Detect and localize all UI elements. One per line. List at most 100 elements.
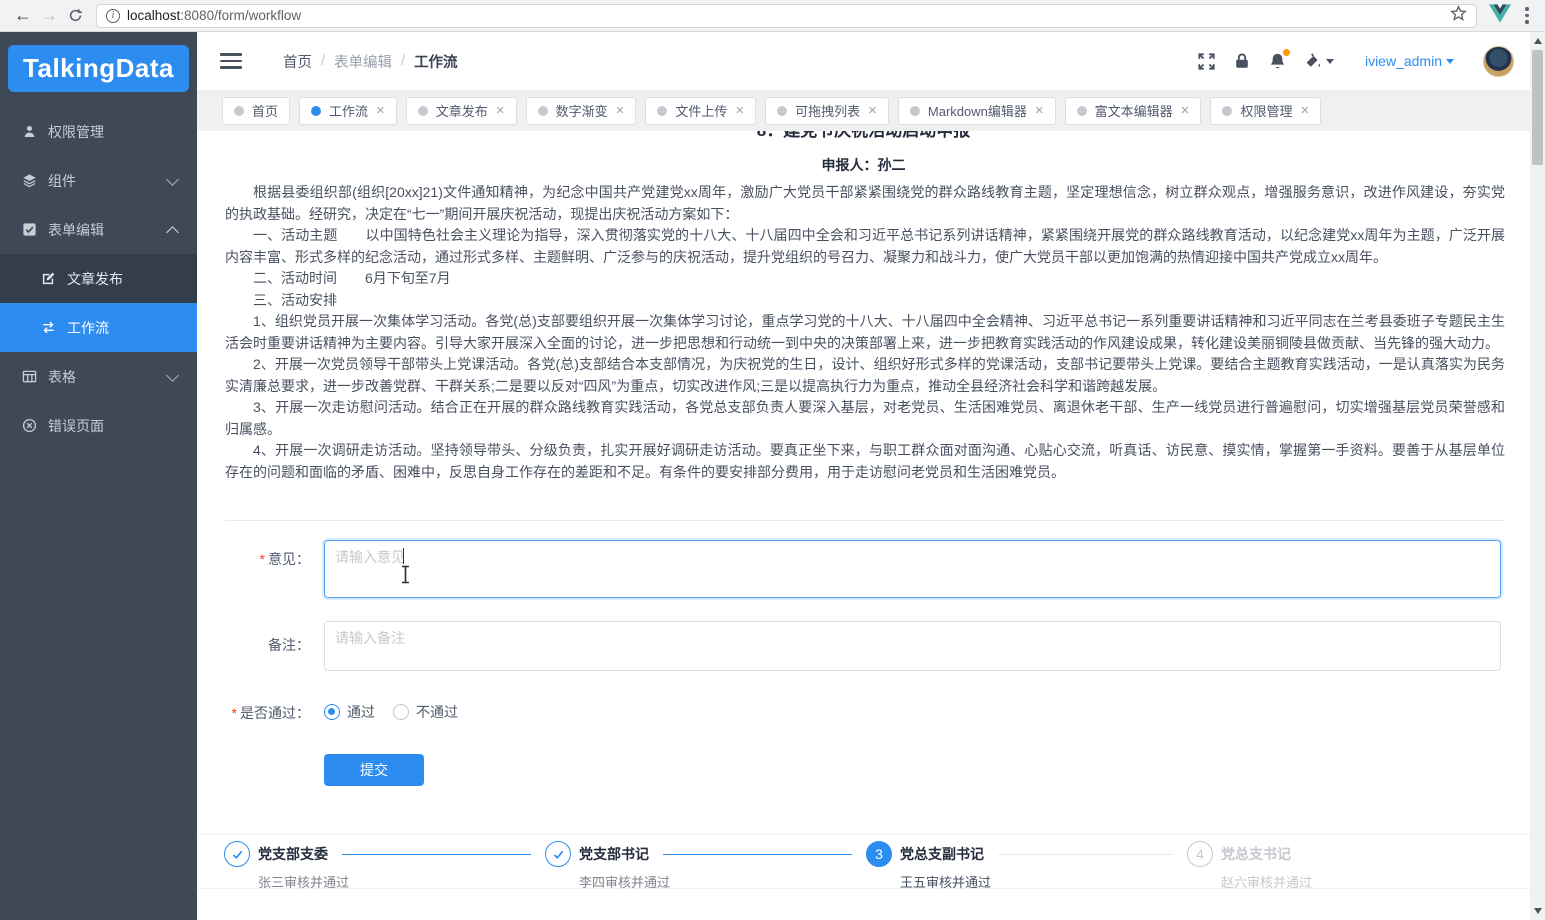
step-desc: 赵六审核并通过 <box>1221 875 1313 890</box>
layers-icon <box>23 174 36 188</box>
caret-down-icon <box>1325 58 1334 64</box>
radio-fail[interactable]: 不通过 <box>393 702 458 722</box>
sidebar-item-label: 工作流 <box>67 319 109 336</box>
sidebar-item-permission[interactable]: 权限管理 <box>0 107 197 156</box>
step-3: 3 党总支副书记 王五审核并通过 <box>866 841 1187 896</box>
tab-label: 文件上传 <box>675 104 728 119</box>
sidebar-item-form-edit[interactable]: 表单编辑 <box>0 205 197 254</box>
doc-body: 根据县委组织部(组织[20xx]21)文件通知精神，为纪念中国共产党建党xx周年… <box>225 182 1505 483</box>
tab-workflow[interactable]: 工作流 × <box>299 96 397 125</box>
swap-icon <box>43 321 54 334</box>
close-icon[interactable]: × <box>376 103 385 118</box>
step-number: 4 <box>1187 841 1213 867</box>
url-text[interactable]: localhost:8080/form/workflow <box>127 8 301 23</box>
tab-label: 首页 <box>252 104 279 119</box>
fullscreen-icon <box>1198 52 1215 70</box>
note-textarea[interactable] <box>324 621 1501 671</box>
tab-home[interactable]: 首页 <box>222 96 291 125</box>
close-icon[interactable]: × <box>1035 103 1044 118</box>
close-icon[interactable]: × <box>735 103 744 118</box>
avatar[interactable] <box>1483 45 1514 77</box>
radio-label: 不通过 <box>416 704 458 720</box>
close-icon[interactable]: × <box>496 103 505 118</box>
browser-forward-button[interactable]: → <box>36 3 62 29</box>
lock-icon <box>1236 53 1248 68</box>
sidebar-item-label: 组件 <box>48 172 76 189</box>
divider <box>197 834 1530 835</box>
logo[interactable]: TalkingData <box>8 45 189 92</box>
applicant: 申报人：孙二 <box>821 157 906 173</box>
radio-circle-icon <box>393 704 409 720</box>
sidebar-item-table[interactable]: 表格 <box>0 352 197 401</box>
step-title: 党支部书记 <box>579 846 649 862</box>
required-asterisk: * <box>259 551 265 567</box>
tab-upload[interactable]: 文件上传 × <box>645 96 757 125</box>
tab-dot-icon <box>777 105 788 116</box>
doc-paragraph: 根据县委组织部(组织[20xx]21)文件通知精神，为纪念中国共产党建党xx周年… <box>225 184 1505 222</box>
fullscreen-button[interactable] <box>1197 52 1216 71</box>
scroll-down-button[interactable] <box>1533 908 1542 914</box>
tab-dot-icon <box>909 105 920 116</box>
close-icon[interactable]: × <box>1181 103 1190 118</box>
table-icon <box>22 370 37 383</box>
app-header: 首页 / 表单编辑 / 工作流 iview_admin <box>197 32 1530 90</box>
note-label: 备注： <box>268 637 310 653</box>
browser-menu-icon[interactable] <box>1525 7 1529 24</box>
tab-markdown-editor[interactable]: Markdown编辑器 × <box>897 96 1056 125</box>
step-check-icon <box>224 841 250 867</box>
address-bar[interactable]: i localhost:8080/form/workflow <box>96 3 1477 28</box>
close-icon[interactable]: × <box>868 103 877 118</box>
tab-drag-list[interactable]: 可拖拽列表 × <box>765 96 889 125</box>
ink-theme-icon <box>1306 53 1321 67</box>
breadcrumb: 首页 / 表单编辑 / 工作流 <box>283 51 458 72</box>
breadcrumb-home[interactable]: 首页 <box>283 51 312 72</box>
breadcrumb-workflow: 工作流 <box>414 54 458 71</box>
url-host: localhost <box>127 8 181 23</box>
opinion-label: * 意见： <box>259 551 310 567</box>
close-icon[interactable]: × <box>1300 103 1309 118</box>
scrollbar[interactable] <box>1530 32 1545 920</box>
required-asterisk: * <box>231 705 237 721</box>
breadcrumb-separator: / <box>401 53 406 69</box>
divider <box>225 520 1505 521</box>
sidebar-item-error-page[interactable]: 错误页面 <box>0 401 197 450</box>
sidebar-menu: 权限管理 组件 表单编辑 文章发布 工作流 表格 错误页面 <box>0 107 197 450</box>
tab-dot-icon <box>311 105 322 116</box>
edit-icon <box>42 272 55 285</box>
pass-radio-group: 通过 不通过 <box>324 702 458 722</box>
close-icon[interactable]: × <box>616 103 625 118</box>
notifications-button[interactable] <box>1268 48 1290 71</box>
sidebar-item-workflow[interactable]: 工作流 <box>0 303 197 352</box>
scroll-thumb[interactable] <box>1532 50 1543 165</box>
tab-rich-text-editor[interactable]: 富文本编辑器 × <box>1064 96 1202 125</box>
tab-label: 可拖拽列表 <box>795 104 861 119</box>
vue-devtools-icon[interactable] <box>1489 3 1511 28</box>
theme-button[interactable] <box>1304 52 1334 70</box>
opinion-textarea[interactable] <box>324 540 1501 598</box>
hamburger-menu-button[interactable] <box>220 53 242 69</box>
sidebar-item-article-publish[interactable]: 文章发布 <box>0 254 197 303</box>
browser-back-button[interactable]: ← <box>10 3 36 29</box>
bookmark-star-icon[interactable] <box>1450 4 1467 27</box>
tab-label: 数字渐变 <box>555 104 608 119</box>
submit-button[interactable]: 提交 <box>324 754 424 786</box>
browser-refresh-button[interactable] <box>62 3 88 29</box>
user-menu[interactable]: iview_admin <box>1365 53 1454 69</box>
page-info-icon[interactable]: i <box>106 8 120 23</box>
tab-count-to[interactable]: 数字渐变 × <box>525 96 637 125</box>
lock-button[interactable] <box>1233 52 1251 70</box>
username: iview_admin <box>1364 53 1442 69</box>
scroll-up-button[interactable] <box>1533 38 1542 44</box>
sidebar-submenu-form-edit: 文章发布 工作流 <box>0 254 197 352</box>
tab-article-publish[interactable]: 文章发布 × <box>405 96 517 125</box>
tab-label: Markdown编辑器 <box>927 104 1027 119</box>
sidebar-item-label: 表单编辑 <box>48 221 104 238</box>
header-actions: iview_admin <box>1197 32 1514 90</box>
radio-pass[interactable]: 通过 <box>324 702 375 722</box>
sidebar-item-components[interactable]: 组件 <box>0 156 197 205</box>
tab-permission[interactable]: 权限管理 × <box>1210 96 1322 125</box>
doc-paragraph: 2、开展一次党员领导干部带头上党课活动。各党(总)支部结合本支部情况，为庆祝党的… <box>225 356 1505 394</box>
sidebar-item-label: 表格 <box>48 368 76 385</box>
breadcrumb-form-edit[interactable]: 表单编辑 <box>334 51 392 72</box>
text-caret <box>403 548 404 564</box>
